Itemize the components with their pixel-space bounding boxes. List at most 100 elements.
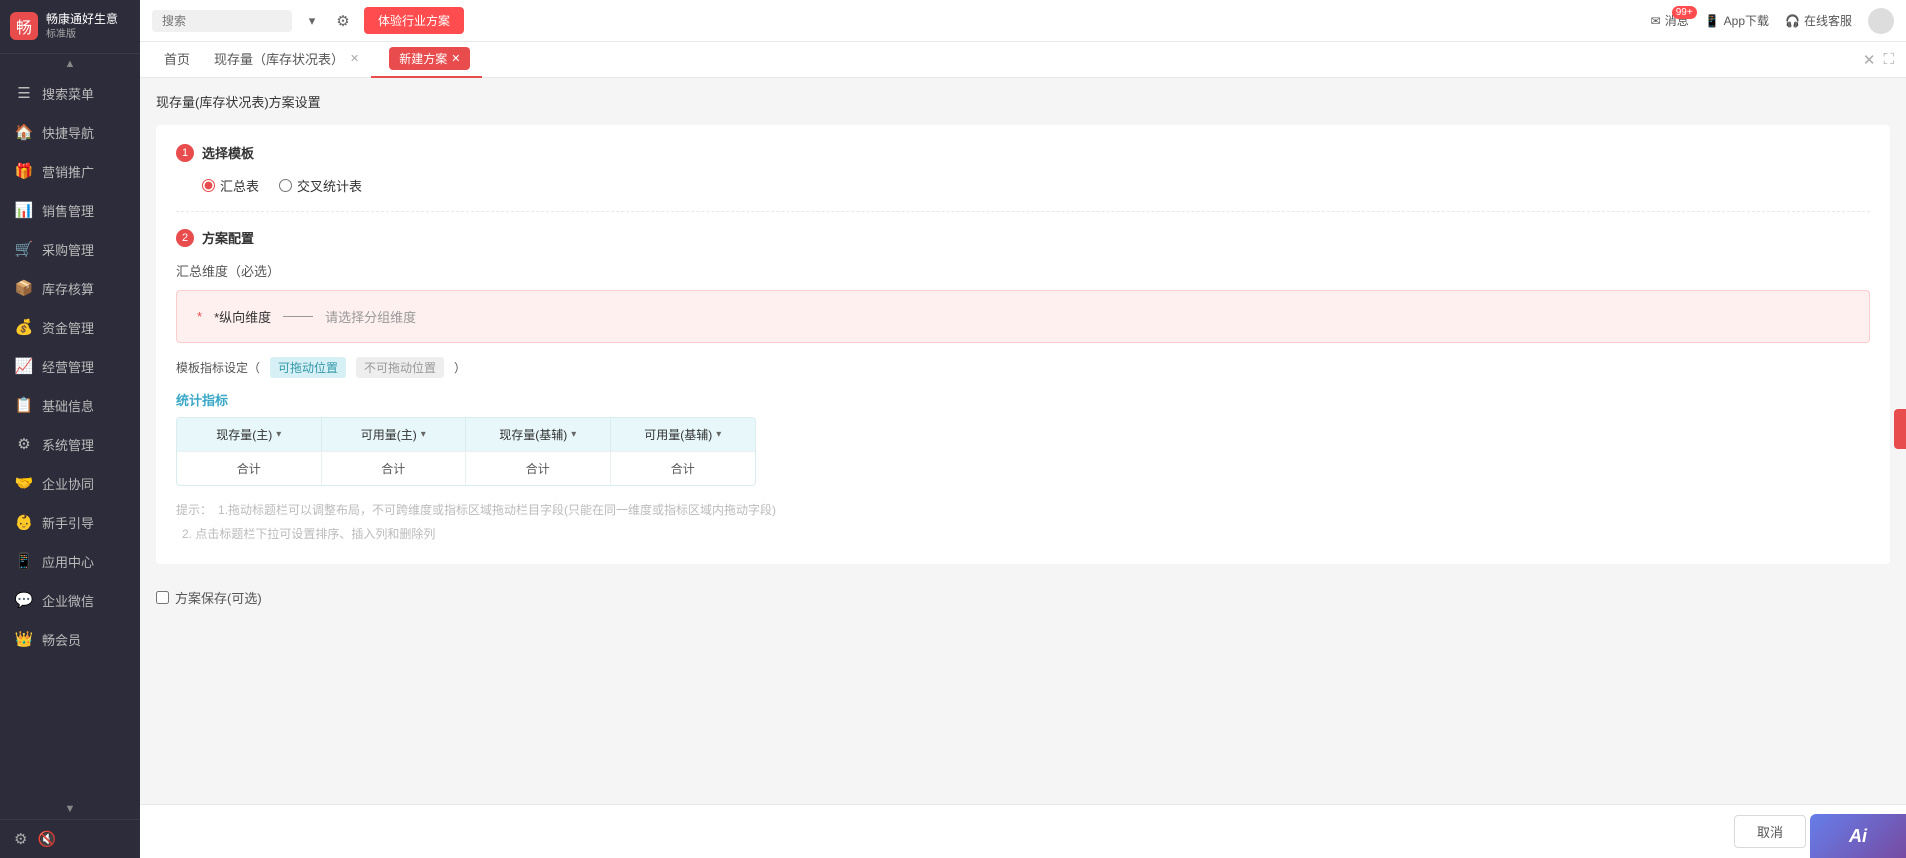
new-plan-close-icon[interactable]: ✕: [451, 52, 460, 65]
topbar: ▾ ⚙ 体验行业方案 ✉ 消息 99+ 📱 App下载 🎧 在线客服: [140, 0, 1906, 42]
sidebar-item-sales[interactable]: 📊 销售管理: [0, 191, 140, 230]
headset-icon: 🎧: [1785, 14, 1800, 28]
sidebar-item-finance[interactable]: 💰 资金管理: [0, 308, 140, 347]
fixed-tag: 不可拖动位置: [356, 357, 444, 378]
col4-header[interactable]: 可用量(基辅) ▾: [611, 418, 756, 451]
crown-icon: 👑: [14, 630, 34, 648]
tab-home[interactable]: 首页: [152, 42, 202, 78]
money-icon: 💰: [14, 318, 34, 336]
sidebar-item-search-menu[interactable]: ☰ 搜索菜单: [0, 74, 140, 113]
vertical-dim-label: *纵向维度: [214, 307, 271, 326]
sidebar-scroll-up[interactable]: ▲: [0, 54, 140, 74]
col1-data: 合计: [177, 452, 322, 485]
tab-inventory-close[interactable]: ✕: [350, 52, 359, 65]
sidebar-item-member[interactable]: 👑 畅会员: [0, 620, 140, 659]
app-logo: 畅 畅康通好生意 标准版: [0, 0, 140, 54]
logo-icon: 畅: [10, 12, 38, 40]
dimension-box: * *纵向维度 请选择分组维度: [176, 290, 1870, 343]
sidebar-scroll-down[interactable]: ▼: [0, 799, 140, 819]
user-avatar[interactable]: [1868, 8, 1894, 34]
draggable-tag: 可拖动位置: [270, 357, 346, 378]
tips-box: 提示： 1.拖动标题栏可以调整布局，不可跨维度或指标区域拖动栏目字段(只能在同一…: [176, 498, 1870, 546]
topbar-right: ✉ 消息 99+ 📱 App下载 🎧 在线客服: [1651, 8, 1894, 34]
save-checkbox-label: 方案保存(可选): [175, 588, 262, 607]
sidebar-item-marketing[interactable]: 🎁 营销推广: [0, 152, 140, 191]
vertical-dim-placeholder[interactable]: 请选择分组维度: [325, 307, 416, 326]
save-checkbox[interactable]: [156, 591, 169, 604]
message-button[interactable]: ✉ 消息 99+: [1651, 12, 1689, 29]
chat-icon: 💬: [14, 591, 34, 609]
col1-header[interactable]: 现存量(主) ▾: [177, 418, 322, 451]
sidebar-item-operation[interactable]: 📈 经营管理: [0, 347, 140, 386]
sidebar-item-app-center[interactable]: 📱 应用中心: [0, 542, 140, 581]
col4-chevron-icon[interactable]: ▾: [716, 429, 721, 440]
col1-chevron-icon[interactable]: ▾: [276, 429, 281, 440]
tip-item-2: 2. 点击标题栏下拉可设置排序、插入列和删除列: [176, 522, 1870, 546]
sidebar-item-system[interactable]: ⚙ 系统管理: [0, 425, 140, 464]
tabs-bar: 首页 现存量（库存状况表） ✕ 新建方案 ✕ ✕ ⛶: [140, 42, 1906, 78]
sidebar-item-inventory[interactable]: 📦 库存核算: [0, 269, 140, 308]
footer-bar: 取消 查询: [140, 804, 1906, 858]
mobile-icon: 📱: [14, 552, 34, 570]
col3-header[interactable]: 现存量(基辅) ▾: [466, 418, 611, 451]
settings-icon[interactable]: ⚙: [14, 830, 27, 848]
trend-icon: 📈: [14, 357, 34, 375]
dropdown-arrow-icon[interactable]: ▾: [302, 11, 322, 31]
radio-summary[interactable]: 汇总表: [202, 176, 259, 195]
clipboard-icon: 📋: [14, 396, 34, 414]
settings-card: 1 选择模板 汇总表 交叉统计表 2 方案配置 汇总维度（必选）: [156, 125, 1890, 564]
chart-icon: 📊: [14, 201, 34, 219]
maximize-icon[interactable]: ⛶: [1883, 51, 1894, 69]
tab-new-plan[interactable]: 新建方案 ✕: [371, 42, 482, 78]
app-download-button[interactable]: 📱 App下载: [1705, 12, 1769, 29]
dimension-row: * *纵向维度 请选择分组维度: [197, 307, 1849, 326]
online-service-button[interactable]: 🎧 在线客服: [1785, 12, 1852, 29]
right-edge-tab[interactable]: [1894, 409, 1906, 449]
content-area: 现存量(库存状况表)方案设置 1 选择模板 汇总表 交叉统计表: [140, 78, 1906, 804]
radio-cross[interactable]: 交叉统计表: [279, 176, 362, 195]
page-title: 现存量(库存状况表)方案设置: [156, 92, 1890, 111]
handshake-icon: 🤝: [14, 474, 34, 492]
tip-title: 提示： 1.拖动标题栏可以调整布局，不可跨维度或指标区域拖动栏目字段(只能在同一…: [176, 498, 1870, 522]
search-input[interactable]: [152, 10, 292, 32]
window-controls: ✕ ⛶: [1863, 51, 1894, 69]
main-area: ▾ ⚙ 体验行业方案 ✉ 消息 99+ 📱 App下载 🎧 在线客服 首页: [140, 0, 1906, 858]
step1-header: 1 选择模板: [176, 143, 1870, 162]
volume-icon[interactable]: 🔇: [37, 830, 56, 848]
gift-icon: 🎁: [14, 162, 34, 180]
home-icon: 🏠: [14, 123, 34, 141]
radio-summary-input[interactable]: [202, 179, 215, 192]
dim-separator: [283, 316, 313, 317]
step2-title: 方案配置: [202, 228, 254, 247]
cart-icon: 🛒: [14, 240, 34, 258]
close-icon[interactable]: ✕: [1863, 51, 1876, 69]
tab-inventory[interactable]: 现存量（库存状况表） ✕: [202, 42, 371, 78]
step2-header: 2 方案配置: [176, 228, 1870, 247]
metric-setting-row: 模板指标设定（ 可拖动位置 不可拖动位置 ）: [176, 357, 1870, 378]
radio-cross-input[interactable]: [279, 179, 292, 192]
message-icon: ✉: [1651, 14, 1661, 28]
col2-data: 合计: [322, 452, 467, 485]
sidebar-item-newbie[interactable]: 👶 新手引导: [0, 503, 140, 542]
sidebar-item-purchase[interactable]: 🛒 采购管理: [0, 230, 140, 269]
ai-badge[interactable]: Ai: [1810, 814, 1906, 858]
col3-chevron-icon[interactable]: ▾: [571, 429, 576, 440]
box-icon: 📦: [14, 279, 34, 297]
search-menu-icon: ☰: [14, 84, 34, 102]
sidebar-nav: ☰ 搜索菜单 🏠 快捷导航 🎁 营销推广 📊 销售管理 🛒 采购管理 📦 库存核…: [0, 74, 140, 799]
col2-chevron-icon[interactable]: ▾: [421, 429, 426, 440]
sidebar: 畅 畅康通好生意 标准版 ▲ ☰ 搜索菜单 🏠 快捷导航 🎁 营销推广 📊 销售…: [0, 0, 140, 858]
sidebar-item-corp[interactable]: 🤝 企业协同: [0, 464, 140, 503]
stats-table: 现存量(主) ▾ 可用量(主) ▾ 现存量(基辅) ▾ 可用量(基辅) ▾: [176, 417, 756, 486]
col2-header[interactable]: 可用量(主) ▾: [322, 418, 467, 451]
trial-industry-button[interactable]: 体验行业方案: [364, 7, 464, 34]
cancel-button[interactable]: 取消: [1734, 815, 1806, 848]
sidebar-item-wechat[interactable]: 💬 企业微信: [0, 581, 140, 620]
sidebar-item-basic-info[interactable]: 📋 基础信息: [0, 386, 140, 425]
logo-text: 畅康通好生意 标准版: [46, 12, 118, 41]
new-plan-tab-button[interactable]: 新建方案 ✕: [389, 47, 470, 70]
col3-data: 合计: [466, 452, 611, 485]
sidebar-item-quick-nav[interactable]: 🏠 快捷导航: [0, 113, 140, 152]
sidebar-bottom: ⚙ 🔇: [0, 819, 140, 858]
topbar-gear-icon[interactable]: ⚙: [332, 10, 354, 32]
